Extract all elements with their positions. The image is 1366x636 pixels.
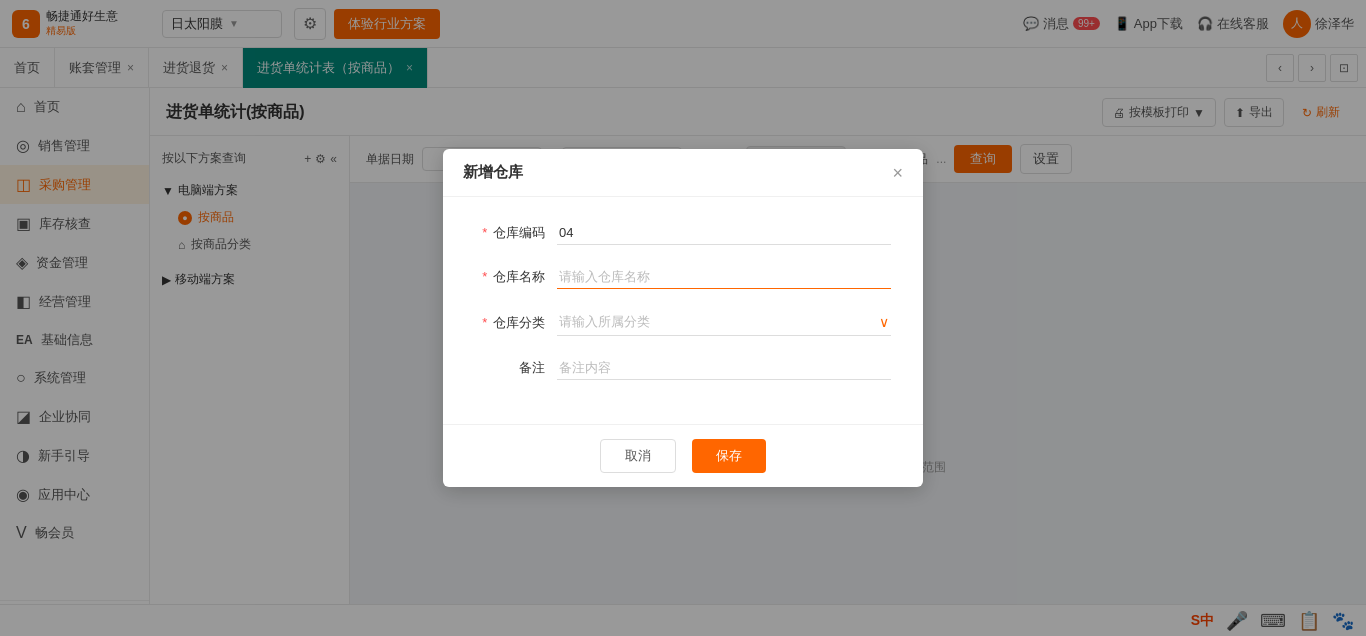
category-dropdown-arrow: ∨ bbox=[879, 314, 889, 330]
modal-close-button[interactable]: × bbox=[892, 164, 903, 182]
warehouse-code-input[interactable] bbox=[557, 221, 891, 245]
name-label: * 仓库名称 bbox=[475, 268, 545, 286]
modal-body: * 仓库编码 * 仓库名称 * 仓库分类 请输入 bbox=[443, 197, 923, 424]
warehouse-name-input[interactable] bbox=[557, 265, 891, 289]
modal-header: 新增仓库 × bbox=[443, 149, 923, 197]
category-placeholder: 请输入所属分类 bbox=[559, 313, 879, 331]
category-required-star: * bbox=[482, 315, 487, 330]
save-button[interactable]: 保存 bbox=[692, 439, 766, 473]
modal-footer: 取消 保存 bbox=[443, 424, 923, 487]
remark-label: 备注 bbox=[475, 359, 545, 377]
form-row-name: * 仓库名称 bbox=[475, 265, 891, 289]
name-required-star: * bbox=[482, 269, 487, 284]
form-row-remark: 备注 bbox=[475, 356, 891, 380]
form-row-code: * 仓库编码 bbox=[475, 221, 891, 245]
warehouse-category-select[interactable]: 请输入所属分类 ∨ bbox=[557, 309, 891, 336]
code-required-star: * bbox=[482, 225, 487, 240]
category-label: * 仓库分类 bbox=[475, 314, 545, 332]
modal-overlay: 新增仓库 × * 仓库编码 * 仓库名称 bbox=[0, 0, 1366, 636]
add-warehouse-modal: 新增仓库 × * 仓库编码 * 仓库名称 bbox=[443, 149, 923, 487]
code-label: * 仓库编码 bbox=[475, 224, 545, 242]
remark-input[interactable] bbox=[557, 356, 891, 380]
form-row-category: * 仓库分类 请输入所属分类 ∨ bbox=[475, 309, 891, 336]
cancel-button[interactable]: 取消 bbox=[600, 439, 676, 473]
modal-title: 新增仓库 bbox=[463, 163, 523, 182]
